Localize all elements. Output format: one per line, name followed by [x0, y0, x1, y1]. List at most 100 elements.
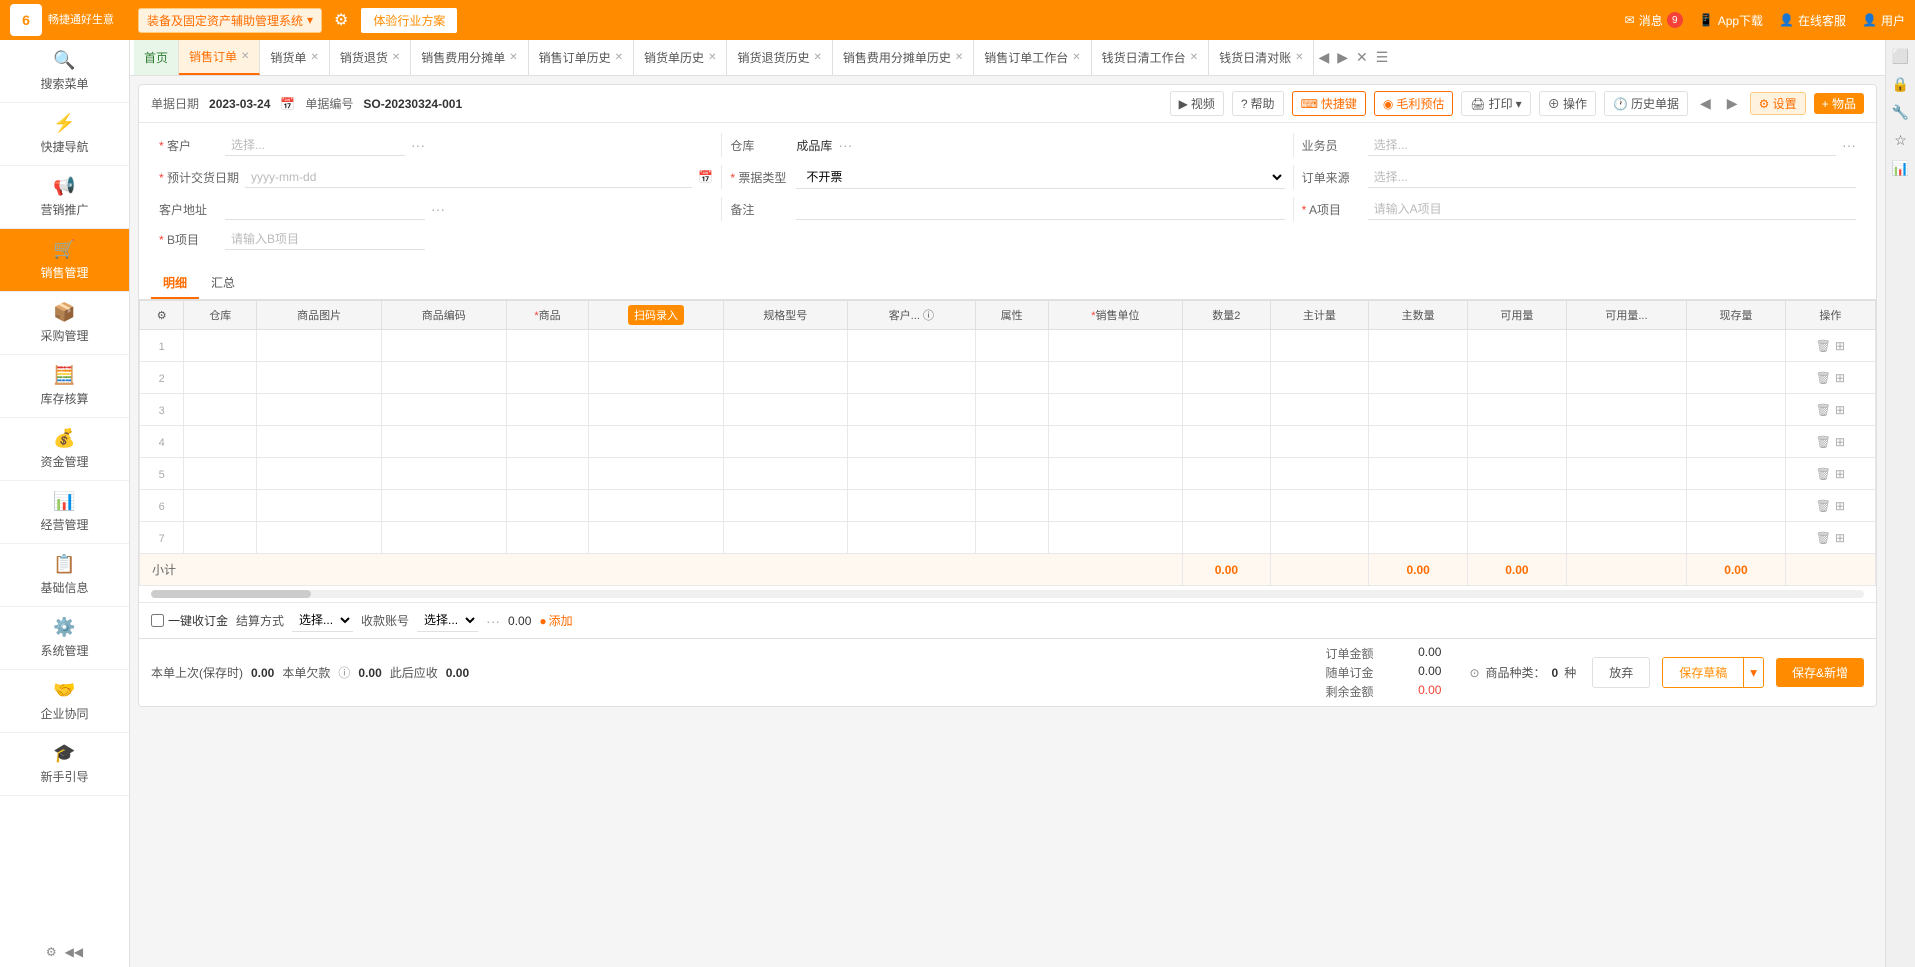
table-cell[interactable]: [1270, 458, 1369, 490]
sidebar-item-search[interactable]: 🔍 搜索菜单: [0, 40, 129, 103]
table-cell[interactable]: [381, 458, 506, 490]
tab-close-sales-refund[interactable]: ✕: [392, 52, 400, 63]
table-cell[interactable]: [589, 426, 723, 458]
sidebar-item-enterprise[interactable]: 🤝 企业协同: [0, 670, 129, 733]
add-payment-btn[interactable]: ● 添加: [539, 612, 572, 629]
sidebar-item-sales[interactable]: 🛒 销售管理: [0, 229, 129, 292]
rp-icon-5[interactable]: 📊: [1889, 156, 1913, 180]
table-cell[interactable]: [381, 362, 506, 394]
table-cell[interactable]: [1468, 330, 1567, 362]
system-title[interactable]: 装备及固定资产辅助管理系统 ▾: [138, 8, 322, 33]
customer-address-input[interactable]: [225, 199, 425, 220]
account-select[interactable]: 选择...: [417, 609, 478, 632]
table-cell[interactable]: [1468, 490, 1567, 522]
tab-close-sales-order-workbench[interactable]: ✕: [1072, 52, 1080, 63]
customer-input[interactable]: [225, 135, 405, 156]
table-cell[interactable]: [723, 490, 848, 522]
tab-sales-order-history[interactable]: 销售订单历史 ✕: [529, 40, 634, 75]
table-cell[interactable]: [1270, 362, 1369, 394]
table-cell[interactable]: [184, 522, 257, 554]
scan-btn[interactable]: 扫码录入: [628, 305, 684, 325]
sidebar-item-guide[interactable]: 🎓 新手引导: [0, 733, 129, 796]
table-cell[interactable]: [184, 362, 257, 394]
tab-sales-expense-history[interactable]: 销售费用分摊单历史 ✕: [833, 40, 974, 75]
tab-cash-daily-workbench[interactable]: 钱货日清工作台 ✕: [1092, 40, 1209, 75]
tab-close-sales-expense-history[interactable]: ✕: [955, 52, 963, 63]
table-cell[interactable]: [848, 522, 976, 554]
table-cell[interactable]: [381, 394, 506, 426]
table-cell[interactable]: [1048, 522, 1183, 554]
table-cell[interactable]: [506, 522, 589, 554]
sidebar-collapse-icon[interactable]: ◀◀: [65, 945, 83, 959]
table-cell[interactable]: [589, 490, 723, 522]
tab-sales-expense-split[interactable]: 销售费用分摊单 ✕: [411, 40, 528, 75]
rp-icon-3[interactable]: 🔧: [1889, 100, 1913, 124]
tab-close-sales-return-history[interactable]: ✕: [708, 52, 716, 63]
table-cell[interactable]: [1048, 362, 1183, 394]
row-delete-icon[interactable]: 🗑: [1816, 467, 1831, 481]
table-cell[interactable]: [1566, 490, 1686, 522]
b-project-input[interactable]: [225, 229, 425, 250]
tab-sales-order[interactable]: 销售订单 ✕: [179, 40, 260, 75]
table-cell[interactable]: [723, 426, 848, 458]
sidebar-item-system[interactable]: ⚙️ 系统管理: [0, 607, 129, 670]
table-cell[interactable]: [1270, 522, 1369, 554]
table-cell[interactable]: [1566, 330, 1686, 362]
table-cell[interactable]: [257, 490, 382, 522]
row-delete-icon[interactable]: 🗑: [1816, 499, 1831, 513]
table-cell[interactable]: [184, 426, 257, 458]
payment-method-select[interactable]: 选择...: [292, 609, 353, 632]
table-cell[interactable]: [506, 490, 589, 522]
table-cell[interactable]: [1468, 394, 1567, 426]
tab-sales-return[interactable]: 销货单 ✕: [260, 40, 329, 75]
table-cell[interactable]: [1183, 394, 1270, 426]
table-cell[interactable]: [1183, 522, 1270, 554]
table-cell[interactable]: [1369, 394, 1468, 426]
table-cell[interactable]: [1048, 458, 1183, 490]
row-copy-icon[interactable]: ⊞: [1835, 435, 1845, 449]
table-cell[interactable]: [257, 394, 382, 426]
table-cell[interactable]: [257, 458, 382, 490]
app-download-btn[interactable]: 📱 App下载: [1699, 12, 1763, 29]
table-cell[interactable]: [506, 458, 589, 490]
account-expand-icon[interactable]: ···: [486, 613, 500, 629]
table-cell[interactable]: [381, 522, 506, 554]
tab-home[interactable]: 首页: [134, 40, 179, 75]
shortcut-btn[interactable]: ⌨ 快捷键: [1292, 91, 1366, 116]
warehouse-expand-icon[interactable]: ···: [838, 137, 852, 153]
table-cell[interactable]: [184, 458, 257, 490]
row-copy-icon[interactable]: ⊞: [1835, 339, 1845, 353]
table-cell[interactable]: [1468, 458, 1567, 490]
table-cell[interactable]: [184, 330, 257, 362]
table-cell[interactable]: [848, 426, 976, 458]
table-cell[interactable]: [848, 458, 976, 490]
a-project-input[interactable]: [1368, 199, 1856, 220]
table-cell[interactable]: [1369, 490, 1468, 522]
table-cell[interactable]: [1369, 522, 1468, 554]
table-cell[interactable]: [506, 426, 589, 458]
table-cell[interactable]: [1183, 330, 1270, 362]
customer-expand-icon[interactable]: ···: [411, 137, 425, 153]
table-cell[interactable]: [975, 330, 1048, 362]
table-cell[interactable]: [381, 426, 506, 458]
calendar-icon[interactable]: 📅: [280, 97, 295, 111]
nav-next-btn[interactable]: ▶: [1723, 95, 1742, 112]
row-copy-icon[interactable]: ⊞: [1835, 403, 1845, 417]
table-cell[interactable]: [975, 426, 1048, 458]
tab-sales-refund[interactable]: 销货退货 ✕: [330, 40, 411, 75]
table-cell[interactable]: [1566, 362, 1686, 394]
settings-icon-btn[interactable]: ⚙: [330, 6, 352, 34]
table-cell[interactable]: [1048, 490, 1183, 522]
table-cell[interactable]: [1048, 394, 1183, 426]
sidebar-item-finance[interactable]: 💰 资金管理: [0, 418, 129, 481]
table-cell[interactable]: [257, 362, 382, 394]
row-delete-icon[interactable]: 🗑: [1816, 531, 1831, 545]
tab-nav-close-all[interactable]: ✕: [1352, 49, 1372, 66]
profit-btn[interactable]: ◉ 毛利预估: [1374, 91, 1454, 116]
user-btn[interactable]: 👤 用户: [1862, 12, 1905, 29]
table-cell[interactable]: [589, 330, 723, 362]
notes-input[interactable]: [796, 199, 1284, 220]
table-cell[interactable]: [1566, 458, 1686, 490]
table-cell[interactable]: [1566, 522, 1686, 554]
table-cell[interactable]: [848, 362, 976, 394]
